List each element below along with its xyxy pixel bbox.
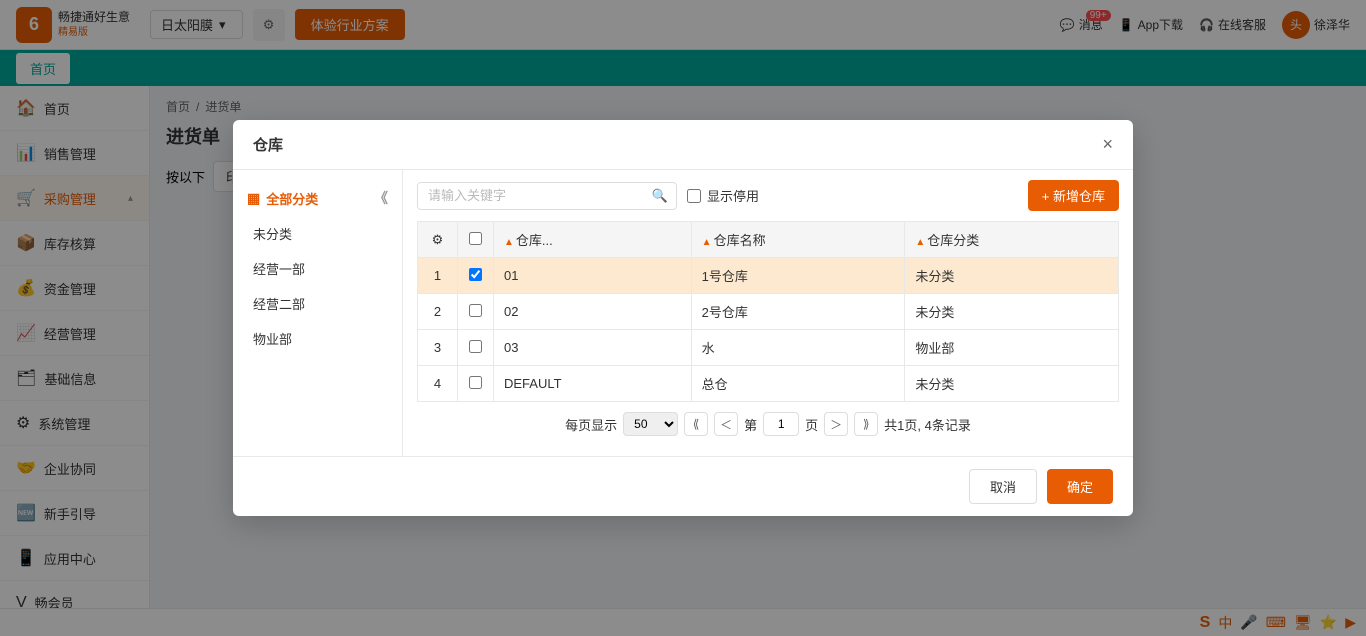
row-category: 未分类	[905, 258, 1119, 294]
pagination: 每页显示 50 10 20 100 ⟪ ＜ 第 页 ＞ ⟫ 共1页, 4条记录	[417, 402, 1119, 446]
modal-close-button[interactable]: ×	[1102, 134, 1113, 155]
modal-header: 仓库 ×	[233, 120, 1133, 170]
row-actions: 4	[418, 366, 458, 402]
col-settings: ⚙	[418, 222, 458, 258]
row-checkbox-cell	[458, 258, 494, 294]
page-label: 第	[744, 415, 757, 434]
category-collapse-icon[interactable]: 《	[374, 188, 388, 208]
row-actions: 3	[418, 330, 458, 366]
row-checkbox-cell	[458, 294, 494, 330]
row-name: 1号仓库	[691, 258, 905, 294]
row-name: 总仓	[691, 366, 905, 402]
search-input-wrap: 🔍	[417, 182, 677, 210]
per-page-label: 每页显示	[565, 415, 617, 434]
row-category: 未分类	[905, 366, 1119, 402]
category-panel: ▦ 全部分类 《 未分类 经营一部 经营二部 物业部	[233, 170, 403, 456]
row-code: 01	[494, 258, 692, 294]
show-disabled-wrap: 显示停用	[687, 186, 759, 205]
row-actions: 1	[418, 258, 458, 294]
category-all[interactable]: ▦ 全部分类 《	[233, 180, 402, 216]
row-checkbox[interactable]	[469, 376, 482, 389]
row-code: 03	[494, 330, 692, 366]
show-disabled-checkbox[interactable]	[687, 189, 701, 203]
category-dept1[interactable]: 经营一部	[233, 251, 402, 286]
col-code: ▲仓库...	[494, 222, 692, 258]
cancel-button[interactable]: 取消	[969, 469, 1037, 504]
row-actions: 2	[418, 294, 458, 330]
grid-icon: ▦	[247, 190, 260, 207]
all-category-label: 全部分类	[266, 189, 318, 208]
col-checkbox	[458, 222, 494, 258]
table-row[interactable]: 1 01 1号仓库 未分类	[418, 258, 1119, 294]
row-checkbox[interactable]	[469, 340, 482, 353]
modal-title: 仓库	[253, 134, 283, 155]
row-checkbox[interactable]	[469, 304, 482, 317]
confirm-button[interactable]: 确定	[1047, 469, 1113, 504]
per-page-select[interactable]: 50 10 20 100	[623, 412, 678, 436]
first-page-btn[interactable]: ⟪	[684, 412, 708, 436]
table-row[interactable]: 3 03 水 物业部	[418, 330, 1119, 366]
prev-page-btn[interactable]: ＜	[714, 412, 738, 436]
page-input[interactable]	[763, 412, 799, 436]
row-checkbox-cell	[458, 366, 494, 402]
row-checkbox-cell	[458, 330, 494, 366]
row-code: DEFAULT	[494, 366, 692, 402]
table-header-row: ⚙ ▲仓库... ▲仓库名称 ▲仓库分类	[418, 222, 1119, 258]
row-name: 水	[691, 330, 905, 366]
row-checkbox[interactable]	[469, 268, 482, 281]
row-category: 未分类	[905, 294, 1119, 330]
last-page-btn[interactable]: ⟫	[854, 412, 878, 436]
category-unclassified[interactable]: 未分类	[233, 216, 402, 251]
category-dept2[interactable]: 经营二部	[233, 286, 402, 321]
row-category: 物业部	[905, 330, 1119, 366]
select-all-checkbox[interactable]	[469, 232, 482, 245]
page-suffix: 页	[805, 415, 818, 434]
search-bar: 🔍 显示停用 + 新增仓库	[417, 180, 1119, 211]
next-page-btn[interactable]: ＞	[824, 412, 848, 436]
warehouse-table: ⚙ ▲仓库... ▲仓库名称 ▲仓库分类 1 01 1号仓库 未分类 2	[417, 221, 1119, 402]
col-name: ▲仓库名称	[691, 222, 905, 258]
add-warehouse-btn[interactable]: + 新增仓库	[1028, 180, 1119, 211]
col-category: ▲仓库分类	[905, 222, 1119, 258]
table-row[interactable]: 4 DEFAULT 总仓 未分类	[418, 366, 1119, 402]
search-icon[interactable]: 🔍	[644, 183, 676, 209]
table-panel: 🔍 显示停用 + 新增仓库 ⚙ ▲仓库...	[403, 170, 1133, 456]
modal-overlay: 仓库 × ▦ 全部分类 《 未分类 经营一部 经营二部 物业部	[0, 0, 1366, 636]
show-disabled-label: 显示停用	[707, 186, 759, 205]
total-info: 共1页, 4条记录	[884, 415, 971, 434]
search-input[interactable]	[418, 183, 644, 208]
table-row[interactable]: 2 02 2号仓库 未分类	[418, 294, 1119, 330]
row-code: 02	[494, 294, 692, 330]
category-property[interactable]: 物业部	[233, 321, 402, 356]
modal-body: ▦ 全部分类 《 未分类 经营一部 经营二部 物业部 🔍	[233, 170, 1133, 456]
warehouse-modal: 仓库 × ▦ 全部分类 《 未分类 经营一部 经营二部 物业部	[233, 120, 1133, 516]
modal-footer: 取消 确定	[233, 456, 1133, 516]
row-name: 2号仓库	[691, 294, 905, 330]
